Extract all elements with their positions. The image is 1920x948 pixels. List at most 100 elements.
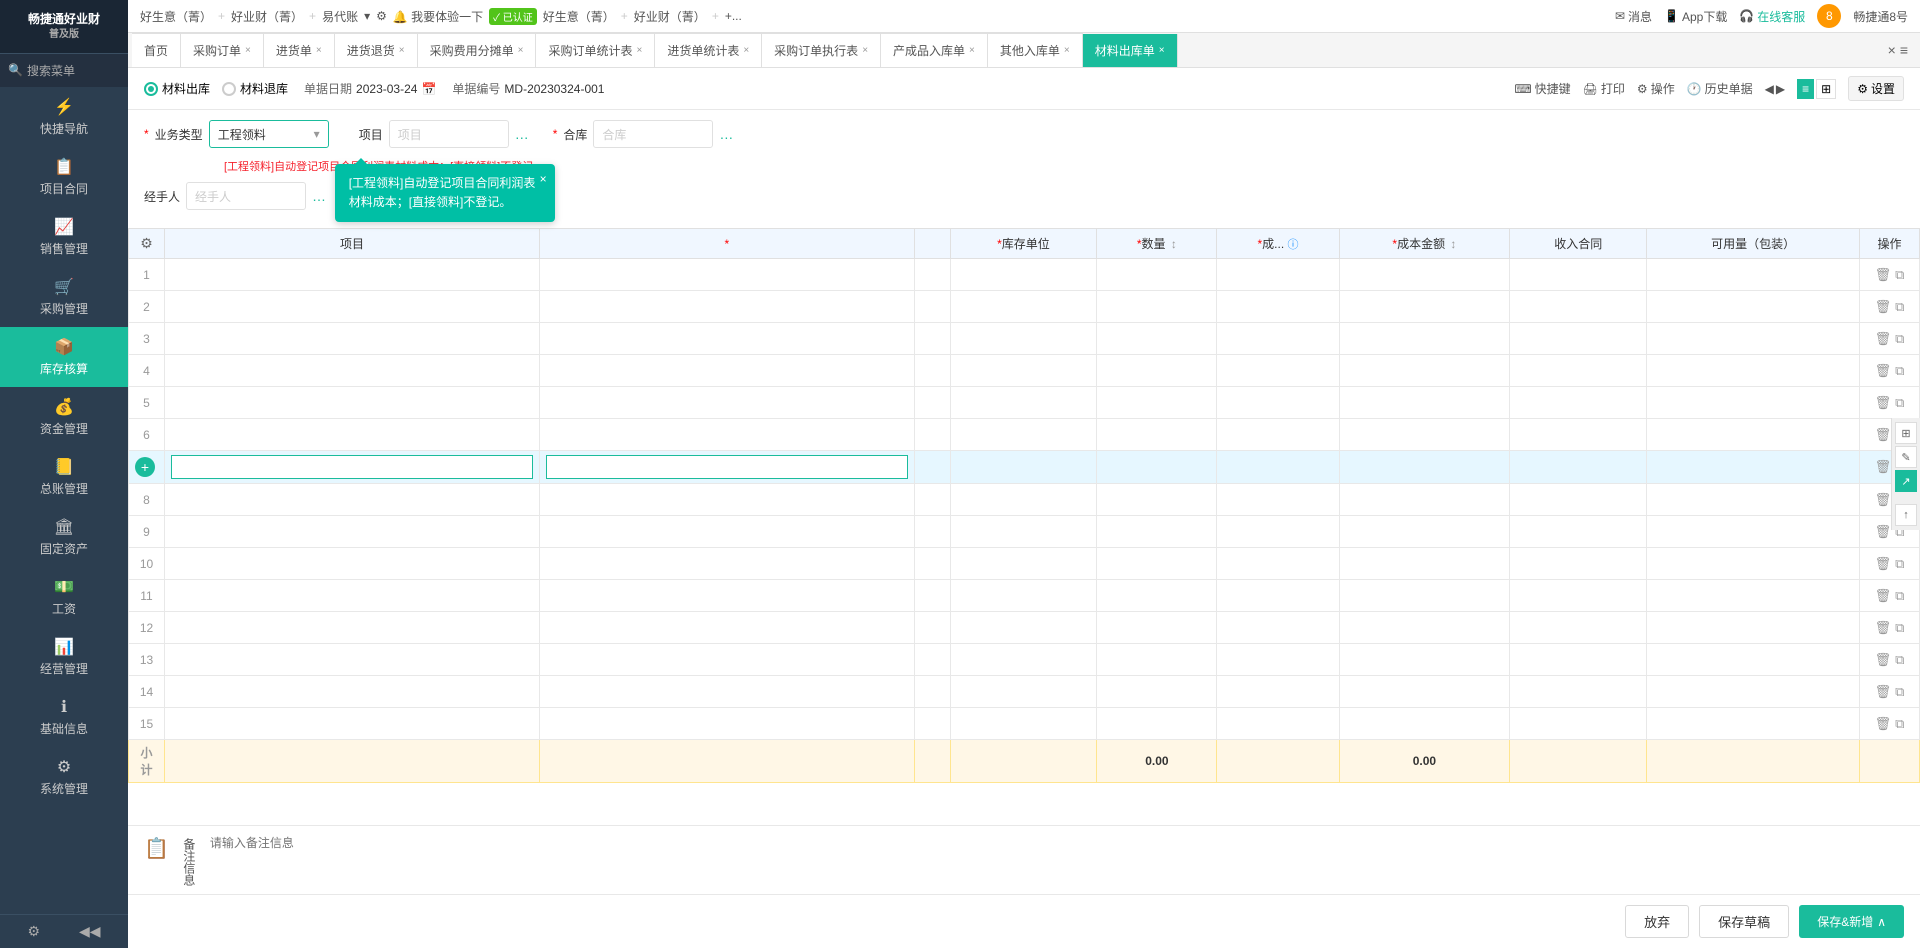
row-name-input[interactable] [546,455,908,479]
row-income-contract[interactable] [1510,259,1647,291]
sidebar-item-sales[interactable]: 📈 销售管理 [0,207,128,267]
delete-icon[interactable]: 🗑 [1875,427,1892,443]
right-icon-green[interactable]: ↗ [1895,470,1917,492]
project-input[interactable]: 项目 [389,120,509,148]
sidebar-item-search[interactable]: 🔍 搜索菜单 [0,54,128,87]
nav-good-business[interactable]: 好生意（菁） [140,8,212,25]
copy-icon[interactable]: ⧉ [1895,556,1904,572]
app-download-button[interactable]: 📱 App下载 [1664,8,1727,25]
tab-purchase-order-close[interactable]: × [245,45,251,56]
message-button[interactable]: ✉ 消息 [1615,8,1652,25]
tab-product-storage[interactable]: 产成品入库单 × [881,33,988,67]
sidebar-item-purchase[interactable]: 🛒 采购管理 [0,267,128,327]
row-warehouse[interactable] [950,291,1097,323]
copy-icon[interactable]: ⧉ [1895,299,1904,315]
tooltip-close-btn[interactable]: × [540,170,547,189]
nav-good-wealth2[interactable]: 好业财（菁） [634,8,706,25]
copy-icon[interactable]: ⧉ [1895,267,1904,283]
tab-goods-return-close[interactable]: × [399,45,405,56]
sidebar-item-inventory[interactable]: 📦 库存核算 [0,327,128,387]
tab-purchase-expense-close[interactable]: × [518,45,524,56]
tab-purchase-stats-close[interactable]: × [636,45,642,56]
delete-icon[interactable]: 🗑 [1875,556,1892,572]
right-icon-2[interactable]: ✎ [1895,446,1917,468]
tab-other-storage-close[interactable]: × [1064,45,1070,56]
row-warehouse[interactable] [950,259,1097,291]
notes-input[interactable] [210,834,1904,874]
delete-icon[interactable]: 🗑 [1875,459,1892,475]
copy-icon[interactable]: ⧉ [1895,363,1904,379]
col-settings-gear[interactable]: ⚙ [140,235,153,251]
copy-icon[interactable]: ⧉ [1895,395,1904,411]
history-btn[interactable]: 🕐 历史单据 [1687,80,1753,97]
radio-material-return[interactable]: 材料退库 [222,80,288,97]
add-row-btn[interactable]: + [135,457,155,477]
online-service-button[interactable]: 🎧 在线客服 [1739,8,1805,25]
sidebar-item-ledger[interactable]: 📒 总账管理 [0,447,128,507]
delete-icon[interactable]: 🗑 [1875,299,1892,315]
sidebar-settings-btn[interactable]: ⚙ [27,923,40,940]
col-header-settings[interactable]: ⚙ [129,229,165,259]
handler-input[interactable]: 经手人 [186,182,306,210]
next-arrow[interactable]: ▶ [1776,82,1785,96]
row-quantity[interactable] [1097,291,1217,323]
sidebar-item-funds[interactable]: 💰 资金管理 [0,387,128,447]
tab-product-storage-close[interactable]: × [969,45,975,56]
copy-icon[interactable]: ⧉ [1895,716,1904,732]
sidebar-item-assets[interactable]: 🏛 固定资产 [0,507,128,567]
tab-material-out-close[interactable]: × [1159,45,1165,56]
right-icon-1[interactable]: ⊞ [1895,422,1917,444]
operation-btn[interactable]: ⚙ 操作 [1637,80,1675,97]
sidebar-item-salary[interactable]: 💵 工资 [0,567,128,627]
row-spec[interactable] [914,291,950,323]
sidebar-item-operations[interactable]: 📊 经营管理 [0,627,128,687]
tab-purchase-expense[interactable]: 采购费用分摊单 × [418,33,537,67]
sidebar-item-base-info[interactable]: ℹ 基础信息 [0,687,128,747]
tab-purchase-stats[interactable]: 采购订单统计表 × [536,33,655,67]
tab-purchase-exec[interactable]: 采购订单执行表 × [762,33,881,67]
tab-goods-stats-close[interactable]: × [743,45,749,56]
delete-icon[interactable]: 🗑 [1875,395,1892,411]
copy-icon[interactable]: ⧉ [1895,331,1904,347]
avatar[interactable]: 8 [1817,4,1841,28]
grid-view-btn[interactable]: ⊞ [1816,79,1836,99]
row-cost-amount[interactable] [1339,259,1510,291]
delete-icon[interactable]: 🗑 [1875,492,1892,508]
row-name[interactable] [539,259,914,291]
delete-icon[interactable]: 🗑 [1875,716,1892,732]
nav-good-business2[interactable]: 好生意（菁） [543,8,615,25]
tab-material-out[interactable]: 材料出库单 × [1083,34,1178,67]
row-cost-price[interactable] [1217,259,1339,291]
copy-icon[interactable]: ⧉ [1895,684,1904,700]
delete-icon[interactable]: 🗑 [1875,524,1892,540]
nav-good-wealth[interactable]: 好业财（菁） [231,8,303,25]
list-view-btn[interactable]: ≡ [1797,79,1814,99]
row-name[interactable] [539,291,914,323]
date-value[interactable]: 2023-03-24 [356,82,417,96]
business-type-input[interactable]: 工程领料 ▾ [209,120,329,148]
draft-button[interactable]: 保存草稿 [1699,905,1789,938]
handler-dots[interactable]: … [312,188,326,204]
nav-settings[interactable]: ⚙ [376,9,387,23]
row-spec[interactable] [914,259,950,291]
calendar-icon[interactable]: 📅 [421,82,436,96]
delete-icon[interactable]: 🗑 [1875,331,1892,347]
delete-icon[interactable]: 🗑 [1875,620,1892,636]
sidebar-item-project[interactable]: 📋 项目合同 [0,147,128,207]
tab-goods-return[interactable]: 进货退货 × [335,33,418,67]
nav-easy-billing[interactable]: 易代账 [322,8,358,25]
tab-home[interactable]: 首页 [132,33,181,67]
row-income-contract[interactable] [1510,291,1647,323]
row-project[interactable] [165,259,540,291]
copy-icon[interactable]: ⧉ [1895,652,1904,668]
nav-more[interactable]: +... [725,9,742,23]
save-new-button[interactable]: 保存&新增 ∧ [1799,905,1904,938]
sidebar-collapse-btn[interactable]: ◀◀ [79,923,101,940]
copy-icon[interactable]: ⧉ [1895,620,1904,636]
nav-dropdown[interactable]: ▾ [364,9,370,23]
settings-btn[interactable]: ⚙ 设置 [1848,76,1904,101]
row-project-input[interactable] [171,455,533,479]
project-dots[interactable]: … [515,126,529,142]
warehouse-dots[interactable]: … [719,126,733,142]
tab-goods-stats[interactable]: 进货单统计表 × [655,33,762,67]
